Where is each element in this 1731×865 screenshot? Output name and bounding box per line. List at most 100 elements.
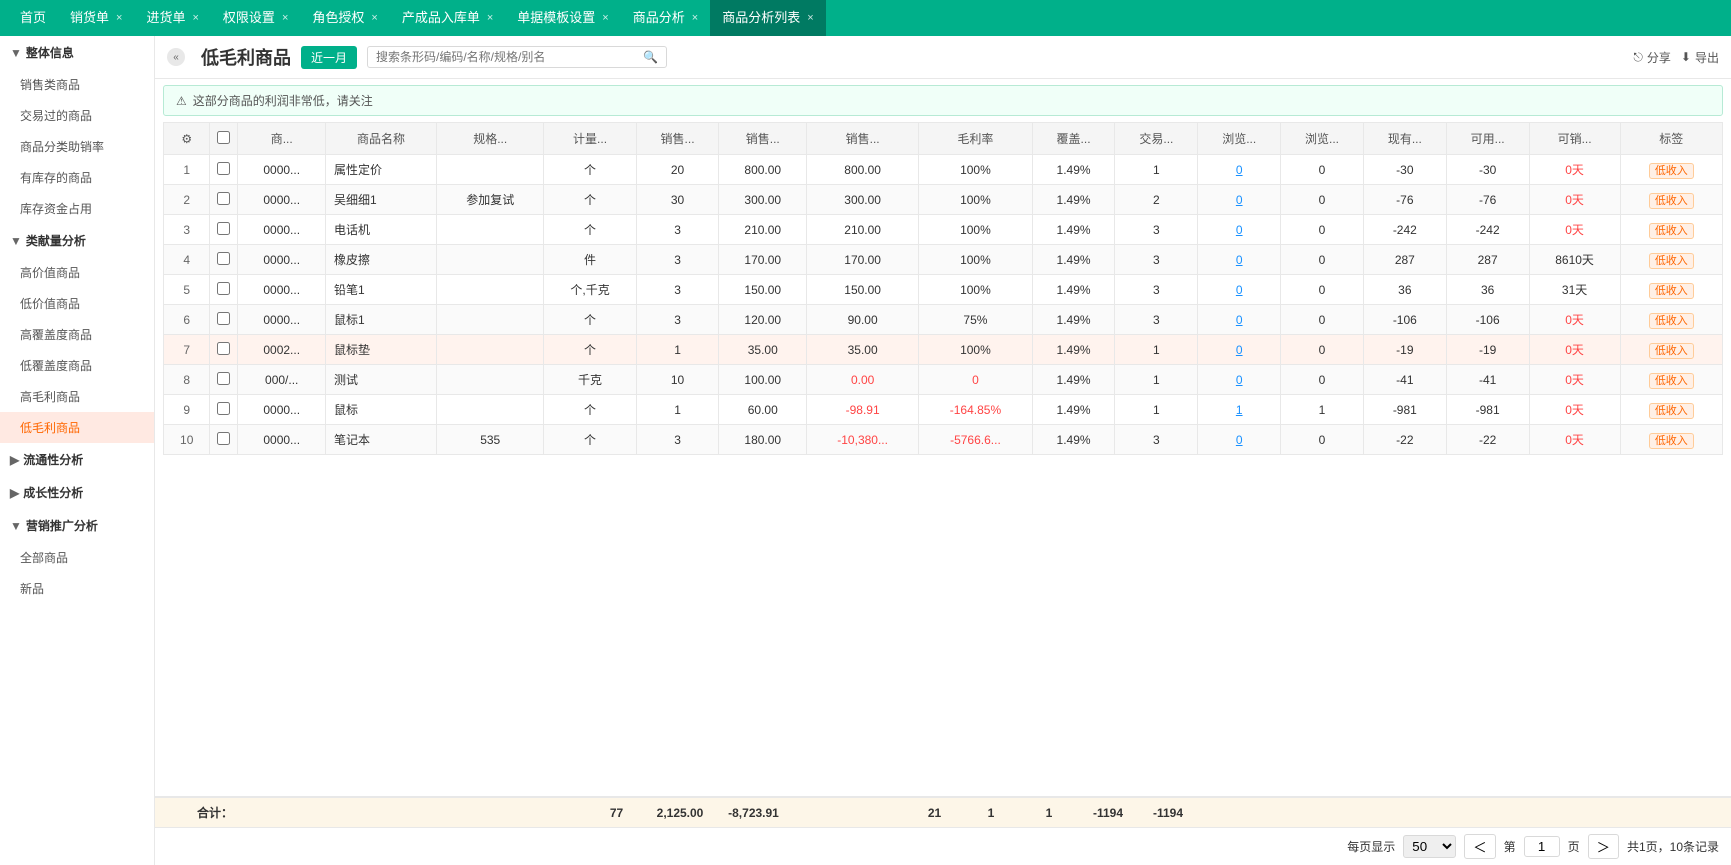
- col-sales-profit: 销售...: [807, 123, 919, 155]
- sidebar-group-flow[interactable]: ▶ 流通性分析: [0, 443, 154, 476]
- row-checkbox[interactable]: [217, 372, 230, 385]
- row-trade: 3: [1115, 275, 1198, 305]
- sidebar-item-stock-goods[interactable]: 有库存的商品: [0, 162, 154, 193]
- arrow-icon-5: ▼: [10, 519, 22, 533]
- sidebar-item-high-coverage[interactable]: 高覆盖度商品: [0, 319, 154, 350]
- sidebar-item-sales-goods[interactable]: 销售类商品: [0, 69, 154, 100]
- sidebar-item-low-value[interactable]: 低价值商品: [0, 288, 154, 319]
- row-checkbox[interactable]: [217, 222, 230, 235]
- nav-permissions[interactable]: 权限设置 ×: [211, 0, 300, 36]
- row-tag: 低收入: [1620, 155, 1722, 185]
- row-current-stock: 36: [1363, 275, 1446, 305]
- nav-close-sales[interactable]: ×: [116, 0, 122, 36]
- row-checkbox[interactable]: [217, 192, 230, 205]
- search-box: 🔍: [367, 46, 667, 68]
- nav-purchase[interactable]: 进货单 ×: [134, 0, 210, 36]
- prev-page-button[interactable]: ＜: [1464, 834, 1495, 859]
- nav-close-goods-list[interactable]: ×: [807, 0, 813, 36]
- sidebar-item-stock-capital[interactable]: 库存资金占用: [0, 193, 154, 224]
- export-button[interactable]: ⬇ 导出: [1681, 49, 1719, 66]
- row-checkbox[interactable]: [217, 342, 230, 355]
- row-browse1: 0: [1198, 185, 1281, 215]
- row-name[interactable]: 吴细细1: [325, 185, 436, 215]
- row-checkbox[interactable]: [217, 432, 230, 445]
- sidebar-item-all-goods[interactable]: 全部商品: [0, 542, 154, 573]
- row-sales-price: 800.00: [719, 155, 807, 185]
- row-saleable: 0天: [1529, 185, 1620, 215]
- row-name[interactable]: 测试: [325, 365, 436, 395]
- nav-close-permissions[interactable]: ×: [282, 0, 288, 36]
- row-name[interactable]: 鼠标: [325, 395, 436, 425]
- page-size-label: 每页显示: [1347, 838, 1395, 855]
- next-page-button[interactable]: ＞: [1588, 834, 1619, 859]
- select-all-checkbox[interactable]: [217, 131, 230, 144]
- share-button[interactable]: ⎋ 分享: [1633, 49, 1671, 66]
- sidebar-item-high-margin[interactable]: 高毛利商品: [0, 381, 154, 412]
- nav-close-products[interactable]: ×: [487, 0, 493, 36]
- row-name[interactable]: 橡皮擦: [325, 245, 436, 275]
- page-size-select[interactable]: 50 100 200: [1403, 835, 1456, 858]
- row-unit: 个,千克: [544, 275, 636, 305]
- sidebar-group-marketing[interactable]: ▼ 营销推广分析: [0, 509, 154, 542]
- row-saleable: 0天: [1529, 395, 1620, 425]
- nav-products[interactable]: 产成品入库单 ×: [390, 0, 505, 36]
- row-checkbox-cell[interactable]: [210, 215, 238, 245]
- arrow-icon-3: ▶: [10, 453, 19, 467]
- row-checkbox-cell[interactable]: [210, 425, 238, 455]
- search-icon[interactable]: 🔍: [643, 50, 658, 64]
- row-checkbox-cell[interactable]: [210, 185, 238, 215]
- nav-close-roles[interactable]: ×: [371, 0, 377, 36]
- nav-goods-analysis-list[interactable]: 商品分析列表 ×: [710, 0, 825, 36]
- row-name[interactable]: 鼠标垫: [325, 335, 436, 365]
- nav-template[interactable]: 单据模板设置 ×: [505, 0, 620, 36]
- nav-close-template[interactable]: ×: [602, 0, 608, 36]
- row-checkbox-cell[interactable]: [210, 365, 238, 395]
- total-browse1: 1: [962, 806, 1020, 820]
- table-row: 6 0000... 鼠标1 个 3 120.00 90.00 75% 1.49%…: [164, 305, 1723, 335]
- sidebar-item-new-goods[interactable]: 新品: [0, 573, 154, 604]
- row-browse1: 0: [1198, 365, 1281, 395]
- row-checkbox-cell[interactable]: [210, 275, 238, 305]
- nav-home[interactable]: 首页: [8, 0, 58, 36]
- sidebar-item-low-margin[interactable]: 低毛利商品: [0, 412, 154, 443]
- row-browse1: 0: [1198, 425, 1281, 455]
- nav-goods-analysis[interactable]: 商品分析 ×: [621, 0, 710, 36]
- row-num: 2: [164, 185, 210, 215]
- page-number-input[interactable]: [1524, 836, 1560, 857]
- nav-sales[interactable]: 销货单 ×: [58, 0, 134, 36]
- total-sales-price: 2,125.00: [644, 806, 716, 820]
- row-checkbox-cell[interactable]: [210, 245, 238, 275]
- sidebar-item-category-rate[interactable]: 商品分类助销率: [0, 131, 154, 162]
- row-checkbox[interactable]: [217, 252, 230, 265]
- nav-close-goods-analysis[interactable]: ×: [692, 0, 698, 36]
- col-settings[interactable]: ⚙: [164, 123, 210, 155]
- sidebar-group-overall[interactable]: ▼ 整体信息: [0, 36, 154, 69]
- collapse-sidebar-button[interactable]: «: [167, 48, 185, 66]
- row-name[interactable]: 属性定价: [325, 155, 436, 185]
- row-gross-rate: -164.85%: [919, 395, 1032, 425]
- row-name[interactable]: 铅笔1: [325, 275, 436, 305]
- row-name[interactable]: 笔记本: [325, 425, 436, 455]
- row-name[interactable]: 鼠标1: [325, 305, 436, 335]
- nav-close-purchase[interactable]: ×: [192, 0, 198, 36]
- page-title: 低毛利商品: [201, 44, 291, 70]
- row-checkbox[interactable]: [217, 312, 230, 325]
- row-checkbox[interactable]: [217, 402, 230, 415]
- col-checkbox-all[interactable]: [210, 123, 238, 155]
- row-checkbox-cell[interactable]: [210, 335, 238, 365]
- time-filter-button[interactable]: 近一月: [301, 46, 357, 69]
- sidebar-item-low-coverage[interactable]: 低覆盖度商品: [0, 350, 154, 381]
- row-checkbox[interactable]: [217, 282, 230, 295]
- row-checkbox-cell[interactable]: [210, 395, 238, 425]
- sidebar-group-献量[interactable]: ▼ 类献量分析: [0, 224, 154, 257]
- search-input[interactable]: [376, 50, 637, 64]
- sidebar-group-growth[interactable]: ▶ 成长性分析: [0, 476, 154, 509]
- nav-roles[interactable]: 角色授权 ×: [300, 0, 389, 36]
- sidebar-item-high-value[interactable]: 高价值商品: [0, 257, 154, 288]
- row-checkbox-cell[interactable]: [210, 305, 238, 335]
- row-spec: [436, 155, 543, 185]
- sidebar-item-traded-goods[interactable]: 交易过的商品: [0, 100, 154, 131]
- row-name[interactable]: 电话机: [325, 215, 436, 245]
- row-checkbox-cell[interactable]: [210, 155, 238, 185]
- row-checkbox[interactable]: [217, 162, 230, 175]
